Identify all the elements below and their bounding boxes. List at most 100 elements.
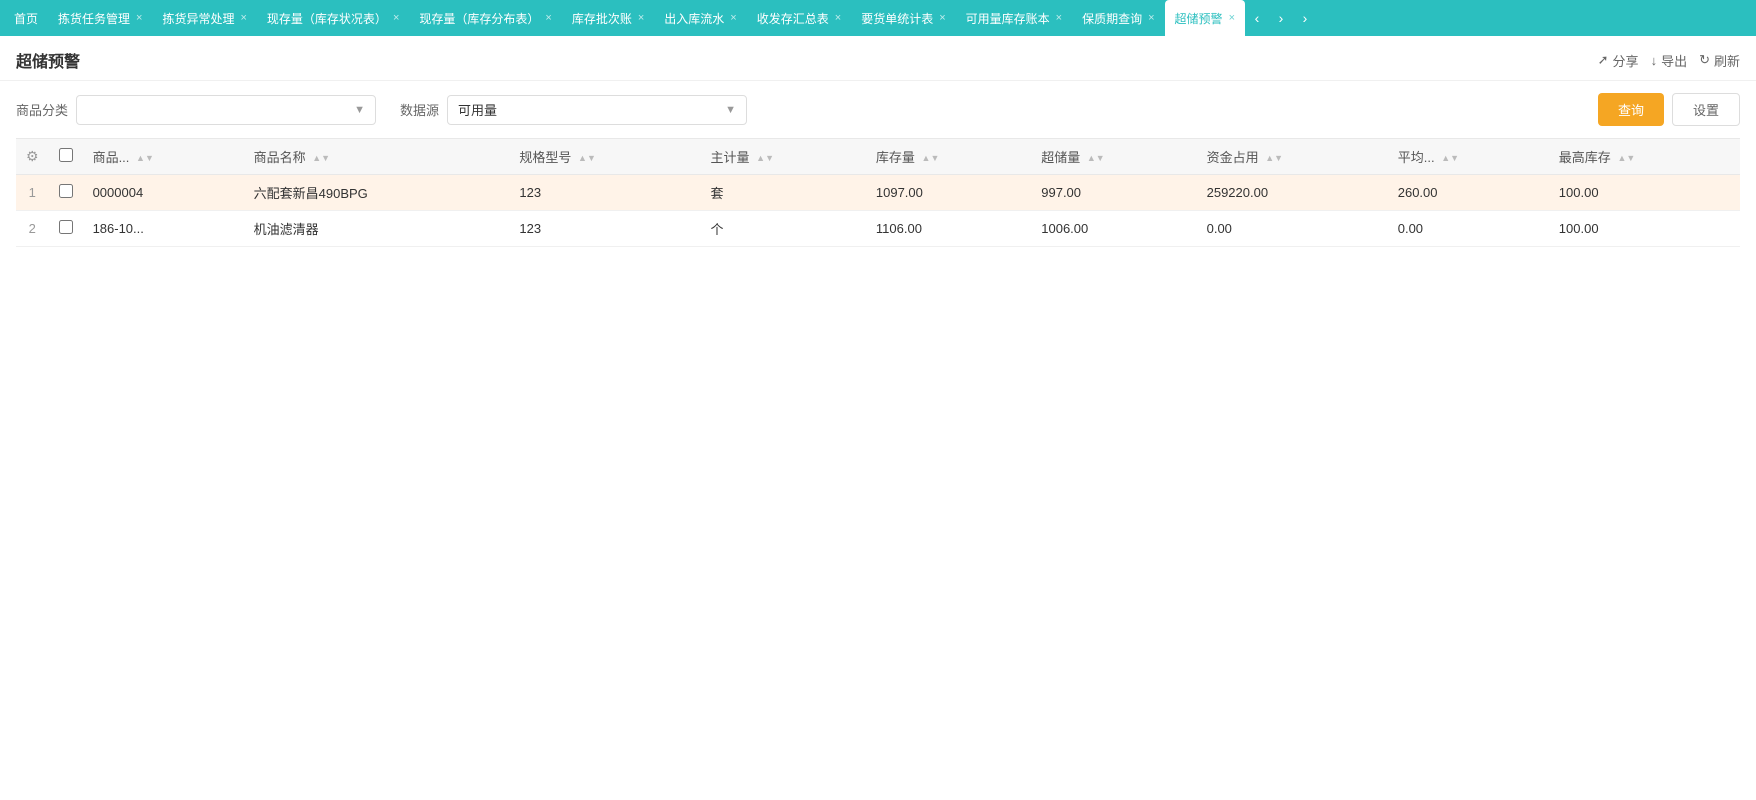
row-capital: 259220.00 — [1197, 175, 1388, 211]
close-icon[interactable]: × — [1229, 12, 1235, 24]
close-icon[interactable]: × — [1148, 12, 1154, 24]
row-over: 1006.00 — [1031, 211, 1196, 247]
settings-button[interactable]: 设置 — [1672, 93, 1740, 126]
row-code: 0000004 — [83, 175, 244, 211]
sort-icon: ▲▼ — [312, 154, 330, 163]
row-avg: 260.00 — [1388, 175, 1549, 211]
close-icon[interactable]: × — [393, 12, 399, 24]
share-label: 分享 — [1613, 51, 1639, 70]
gear-icon[interactable]: ⚙ — [26, 148, 39, 164]
col-avg[interactable]: 平均... ▲▼ — [1388, 139, 1549, 175]
category-select[interactable]: ▼ — [76, 95, 376, 125]
refresh-button[interactable]: ↻ 刷新 — [1699, 51, 1740, 70]
row-number: 1 — [16, 175, 49, 211]
nav-item-home[interactable]: 首页 — [4, 0, 48, 36]
datasource-filter: 数据源 可用量 ▼ — [400, 95, 747, 125]
datasource-label: 数据源 — [400, 100, 439, 119]
col-unit[interactable]: 主计量 ▲▼ — [701, 139, 866, 175]
nav-prev-arrow[interactable]: ‹ — [1245, 0, 1269, 36]
nav-item-summary[interactable]: 收发存汇总表 × — [747, 0, 851, 36]
nav-item-stock-status[interactable]: 现存量（库存状况表） × — [257, 0, 409, 36]
nav-item-order-stats[interactable]: 要货单统计表 × — [851, 0, 955, 36]
row-unit: 个 — [701, 211, 866, 247]
nav-item-flow[interactable]: 出入库流水 × — [654, 0, 746, 36]
header-actions: ➚ 分享 ↓ 导出 ↻ 刷新 — [1598, 51, 1740, 70]
close-icon[interactable]: × — [939, 12, 945, 24]
nav-item-quality[interactable]: 保质期查询 × — [1072, 0, 1164, 36]
row-number: 2 — [16, 211, 49, 247]
nav-label-home: 首页 — [14, 10, 38, 27]
row-spec: 123 — [509, 211, 700, 247]
table-row: 1 0000004 六配套新昌490BPG 123 套 1097.00 997.… — [16, 175, 1740, 211]
close-icon[interactable]: × — [240, 12, 246, 24]
row-spec: 123 — [509, 175, 700, 211]
col-max[interactable]: 最高库存 ▲▼ — [1549, 139, 1740, 175]
nav-item-batch[interactable]: 库存批次账 × — [562, 0, 654, 36]
nav-item-pick-task[interactable]: 拣货任务管理 × — [48, 0, 152, 36]
chevron-down-icon: ▼ — [354, 104, 365, 116]
datasource-value: 可用量 — [458, 100, 497, 119]
sort-icon: ▲▼ — [922, 154, 940, 163]
table-body: 1 0000004 六配套新昌490BPG 123 套 1097.00 997.… — [16, 175, 1740, 247]
table-header-row: ⚙ 商品... ▲▼ 商品名称 ▲▼ 规格型号 ▲▼ — [16, 139, 1740, 175]
col-settings: ⚙ — [16, 139, 49, 175]
query-button[interactable]: 查询 — [1598, 93, 1664, 126]
nav-item-stock-dist[interactable]: 现存量（库存分布表） × — [409, 0, 561, 36]
nav-label-pick-task: 拣货任务管理 — [58, 10, 130, 27]
page-header: 超储预警 ➚ 分享 ↓ 导出 ↻ 刷新 — [0, 36, 1756, 81]
row-unit: 套 — [701, 175, 866, 211]
close-icon[interactable]: × — [730, 12, 736, 24]
col-checkbox — [49, 139, 83, 175]
datasource-select[interactable]: 可用量 ▼ — [447, 95, 747, 125]
col-code[interactable]: 商品... ▲▼ — [83, 139, 244, 175]
nav-item-available[interactable]: 可用量库存账本 × — [956, 0, 1072, 36]
row-name: 六配套新昌490BPG — [244, 175, 510, 211]
refresh-label: 刷新 — [1714, 51, 1740, 70]
close-icon[interactable]: × — [136, 12, 142, 24]
nav-label-order-stats: 要货单统计表 — [861, 10, 933, 27]
top-navigation: 首页 拣货任务管理 × 拣货异常处理 × 现存量（库存状况表） × 现存量（库存… — [0, 0, 1756, 36]
close-icon[interactable]: × — [835, 12, 841, 24]
export-button[interactable]: ↓ 导出 — [1651, 51, 1688, 70]
row-max: 100.00 — [1549, 211, 1740, 247]
nav-label-overstock: 超储预警 — [1175, 10, 1223, 27]
col-name[interactable]: 商品名称 ▲▼ — [244, 139, 510, 175]
nav-menu-arrow[interactable]: › — [1293, 0, 1317, 36]
nav-label-stock-status: 现存量（库存状况表） — [267, 10, 387, 27]
row-max: 100.00 — [1549, 175, 1740, 211]
nav-label-stock-dist: 现存量（库存分布表） — [419, 10, 539, 27]
col-spec[interactable]: 规格型号 ▲▼ — [509, 139, 700, 175]
row-checkbox[interactable] — [59, 220, 73, 234]
chevron-down-icon: ▼ — [725, 104, 736, 116]
row-name: 机油滤清器 — [244, 211, 510, 247]
share-icon: ➚ — [1598, 52, 1609, 68]
table-row: 2 186-10... 机油滤清器 123 个 1106.00 1006.00 … — [16, 211, 1740, 247]
close-icon[interactable]: × — [1056, 12, 1062, 24]
close-icon[interactable]: × — [545, 12, 551, 24]
col-capital[interactable]: 资金占用 ▲▼ — [1197, 139, 1388, 175]
refresh-icon: ↻ — [1699, 52, 1710, 68]
share-button[interactable]: ➚ 分享 — [1598, 51, 1639, 70]
export-label: 导出 — [1661, 51, 1687, 70]
nav-label-pick-abnormal: 拣货异常处理 — [162, 10, 234, 27]
col-stock[interactable]: 库存量 ▲▼ — [866, 139, 1031, 175]
close-icon[interactable]: × — [638, 12, 644, 24]
row-checkbox-cell — [49, 175, 83, 211]
sort-icon: ▲▼ — [1087, 154, 1105, 163]
nav-label-quality: 保质期查询 — [1082, 10, 1142, 27]
select-all-checkbox[interactable] — [59, 148, 73, 162]
category-label: 商品分类 — [16, 100, 68, 119]
nav-label-summary: 收发存汇总表 — [757, 10, 829, 27]
nav-label-available: 可用量库存账本 — [966, 10, 1050, 27]
row-checkbox[interactable] — [59, 184, 73, 198]
row-avg: 0.00 — [1388, 211, 1549, 247]
sort-icon: ▲▼ — [1441, 154, 1459, 163]
nav-next-arrow[interactable]: › — [1269, 0, 1293, 36]
sort-icon: ▲▼ — [1265, 154, 1283, 163]
nav-item-overstock[interactable]: 超储预警 × — [1165, 0, 1245, 36]
row-capital: 0.00 — [1197, 211, 1388, 247]
export-icon: ↓ — [1651, 53, 1658, 68]
col-over[interactable]: 超储量 ▲▼ — [1031, 139, 1196, 175]
nav-item-pick-abnormal[interactable]: 拣货异常处理 × — [152, 0, 256, 36]
row-stock: 1106.00 — [866, 211, 1031, 247]
